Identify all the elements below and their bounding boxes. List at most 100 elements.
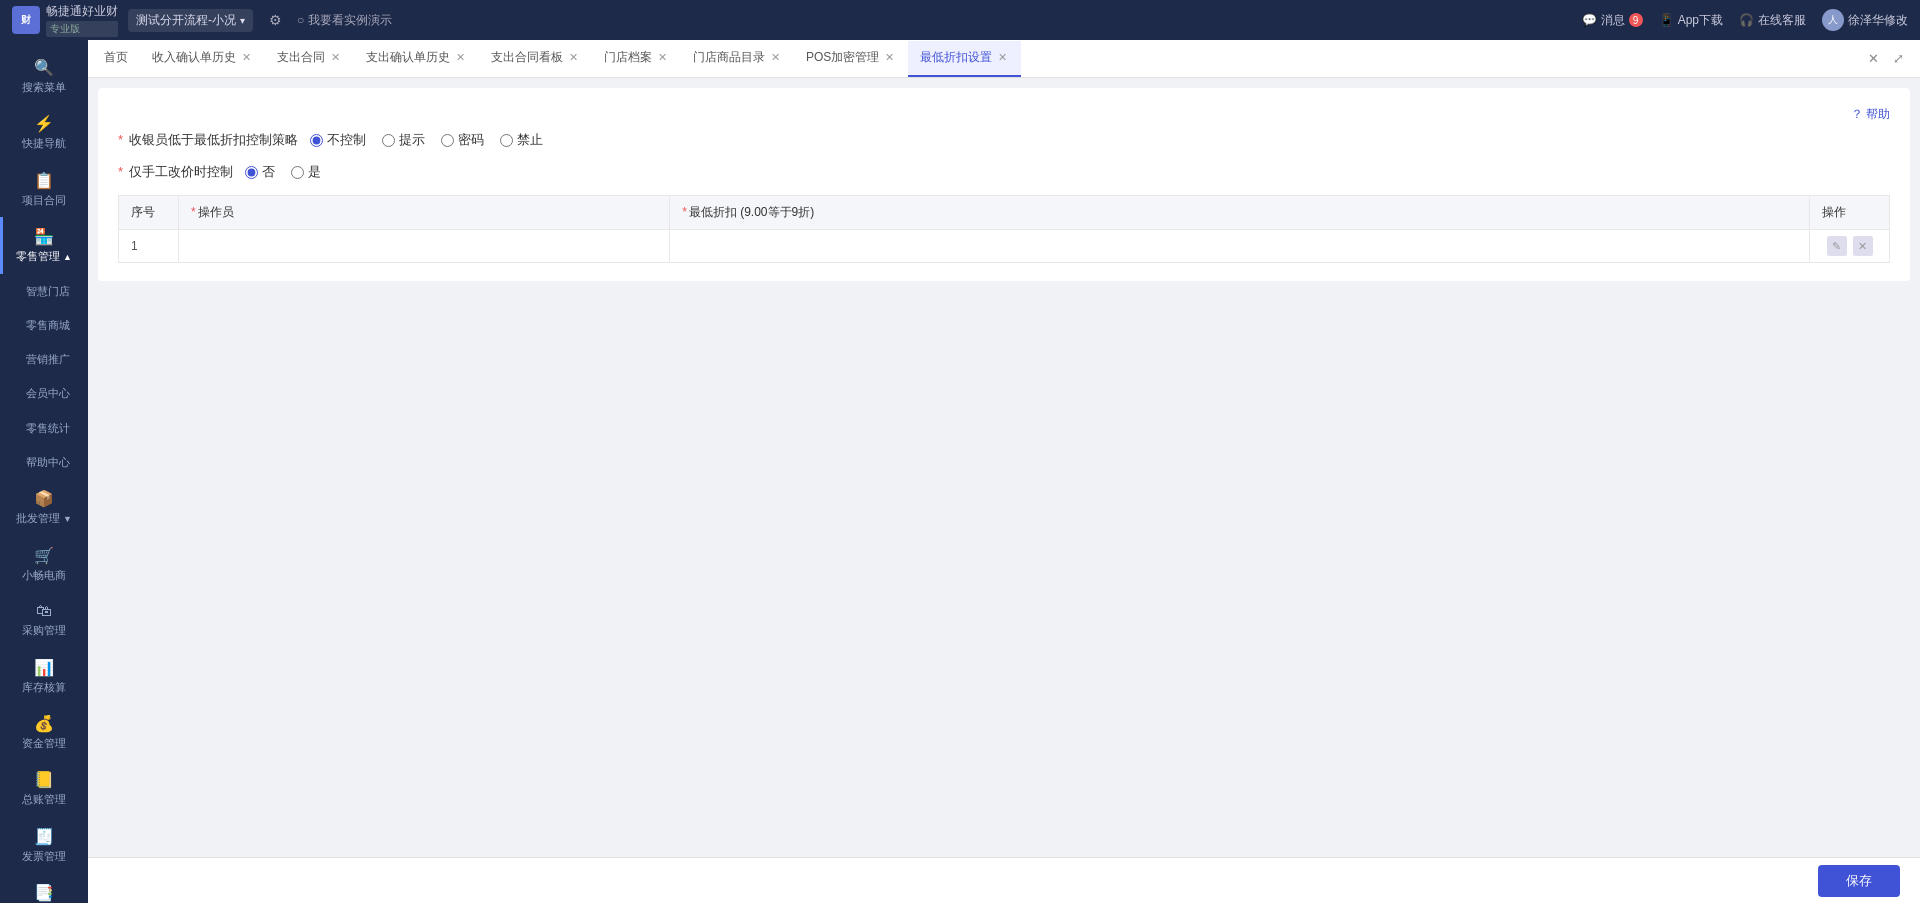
sidebar-item-project-contract[interactable]: 📋 项目合同: [0, 161, 88, 217]
sidebar-item-label: 批发管理 ▼: [16, 511, 72, 526]
online-service-label: 在线客服: [1758, 12, 1806, 29]
tab-close-icon[interactable]: ✕: [769, 50, 782, 65]
headset-icon: 🎧: [1739, 13, 1754, 27]
edit-icon-btn[interactable]: ✎: [1827, 236, 1847, 256]
radio-input-manual-yes[interactable]: [291, 166, 304, 179]
demo-link-text: 我要看实例演示: [308, 12, 392, 29]
header-right: 💬 消息 9 📱 App下载 🎧 在线客服 人 徐泽华修改: [1582, 9, 1908, 31]
tab-label: 支出合同看板: [491, 49, 563, 66]
tab-label: 支出合同: [277, 49, 325, 66]
radio-remind[interactable]: 提示: [382, 131, 425, 149]
project-name: 测试分开流程-小况: [136, 12, 236, 29]
page-content: ？ 帮助 * 收银员低于最低折扣控制策略 不控制: [88, 78, 1920, 857]
tab-close-icon[interactable]: ✕: [454, 50, 467, 65]
main-card: ？ 帮助 * 收银员低于最低折扣控制策略 不控制: [98, 88, 1910, 281]
cell-operator[interactable]: [179, 230, 670, 263]
th-action: 操作: [1810, 196, 1890, 230]
sidebar-item-batch-mgmt[interactable]: 📦 批发管理 ▼: [0, 479, 88, 536]
sidebar-item-search-menu[interactable]: 🔍 搜索菜单: [0, 48, 88, 104]
radio-input-no-control[interactable]: [310, 134, 323, 147]
sidebar-item-purchase-mgmt[interactable]: 🛍 采购管理: [0, 592, 88, 647]
tab-home[interactable]: 首页: [92, 41, 140, 77]
app-download-btn[interactable]: 📱 App下载: [1659, 12, 1723, 29]
tab-close-icon[interactable]: ✕: [656, 50, 669, 65]
tab-close-icon[interactable]: ✕: [329, 50, 342, 65]
radio-manual-yes[interactable]: 是: [291, 163, 321, 181]
user-avatar: 人: [1822, 9, 1844, 31]
radio-manual-no[interactable]: 否: [245, 163, 275, 181]
notifications-label: 消息: [1601, 12, 1625, 29]
radio-label-remind: 提示: [399, 131, 425, 149]
th-seq: 序号: [119, 196, 179, 230]
tab-close-icon[interactable]: ✕: [240, 50, 253, 65]
online-service-btn[interactable]: 🎧 在线客服: [1739, 12, 1806, 29]
tax-icon: 📑: [34, 883, 54, 902]
logo-text: 畅捷通好业财: [46, 3, 118, 20]
sidebar-item-member-center[interactable]: 会员中心: [0, 376, 88, 410]
tab-income-confirm[interactable]: 收入确认单历史 ✕: [140, 41, 265, 77]
help-label: 帮助: [1866, 106, 1890, 123]
tab-close-icon[interactable]: ✕: [883, 50, 896, 65]
invoice-icon: 🧾: [34, 827, 54, 846]
header-settings-icon[interactable]: ⚙: [263, 8, 287, 32]
save-button[interactable]: 保存: [1818, 865, 1900, 897]
sidebar-item-label: 项目合同: [22, 193, 66, 207]
sidebar-item-marketing[interactable]: 营销推广: [0, 342, 88, 376]
tab-expand-icon[interactable]: ⤢: [1889, 49, 1908, 68]
header-left: 财 畅捷通好业财 专业版 测试分开流程-小况 ▾ ⚙ ○ 我要看实例演示: [12, 3, 392, 37]
sidebar-item-tax-mgmt[interactable]: 📑 税务管理: [0, 873, 88, 903]
radio-label-forbid: 禁止: [517, 131, 543, 149]
radio-input-remind[interactable]: [382, 134, 395, 147]
logo-area: 财 畅捷通好业财 专业版: [12, 3, 118, 37]
tab-close-icon[interactable]: ✕: [567, 50, 580, 65]
radio-input-password[interactable]: [441, 134, 454, 147]
radio-input-forbid[interactable]: [500, 134, 513, 147]
th-operator: *操作员: [179, 196, 670, 230]
sidebar-item-label: 小畅电商: [22, 568, 66, 582]
tab-payment-confirm[interactable]: 支出确认单历史 ✕: [354, 41, 479, 77]
radio-input-manual-no[interactable]: [245, 166, 258, 179]
tab-label: 门店档案: [604, 49, 652, 66]
radio-label-manual-no: 否: [262, 163, 275, 181]
tab-store-file[interactable]: 门店档案 ✕: [592, 41, 681, 77]
radio-forbid[interactable]: 禁止: [500, 131, 543, 149]
sidebar-item-accounting[interactable]: 📒 总账管理: [0, 760, 88, 816]
sidebar-item-retail-stats[interactable]: 零售统计: [0, 411, 88, 445]
sidebar-item-inventory[interactable]: 📊 库存核算: [0, 648, 88, 704]
notification-badge: 9: [1629, 13, 1643, 27]
sidebar-item-retail-mall[interactable]: 零售商城: [0, 308, 88, 342]
sidebar-item-label: 快捷导航: [22, 136, 66, 150]
sidebar-item-smart-store[interactable]: 智慧门店: [0, 274, 88, 308]
tab-label: 首页: [104, 49, 128, 66]
sidebar-item-label: 零售管理 ▲: [16, 249, 72, 264]
project-selector[interactable]: 测试分开流程-小况 ▾: [128, 9, 253, 32]
sidebar-item-invoice-mgmt[interactable]: 🧾 发票管理: [0, 817, 88, 873]
tab-store-goods[interactable]: 门店商品目录 ✕: [681, 41, 794, 77]
sidebar-item-label: 零售统计: [26, 421, 70, 435]
tab-pos-encrypt[interactable]: POS加密管理 ✕: [794, 41, 908, 77]
radio-password[interactable]: 密码: [441, 131, 484, 149]
sidebar-item-label: 总账管理: [22, 792, 66, 806]
sidebar-item-retail-mgmt[interactable]: 🏪 零售管理 ▲: [0, 217, 88, 274]
top-header: 财 畅捷通好业财 专业版 测试分开流程-小况 ▾ ⚙ ○ 我要看实例演示 💬 消…: [0, 0, 1920, 40]
sidebar-item-quick-nav[interactable]: ⚡ 快捷导航: [0, 104, 88, 160]
logo-icon: 财: [12, 6, 40, 34]
sidebar-item-help-center[interactable]: 帮助中心: [0, 445, 88, 479]
sidebar-item-ecommerce[interactable]: 🛒 小畅电商: [0, 536, 88, 592]
demo-link[interactable]: ○ 我要看实例演示: [297, 12, 392, 29]
chevron-up-icon: ▲: [63, 252, 72, 262]
cell-min-discount[interactable]: [670, 230, 1810, 263]
tab-close-all-icon[interactable]: ✕: [1864, 49, 1883, 68]
tab-min-discount[interactable]: 最低折扣设置 ✕: [908, 41, 1021, 77]
help-btn[interactable]: ？ 帮助: [1851, 106, 1890, 123]
tab-payment-contract[interactable]: 支出合同 ✕: [265, 41, 354, 77]
tab-payment-board[interactable]: 支出合同看板 ✕: [479, 41, 592, 77]
delete-icon-btn[interactable]: ✕: [1853, 236, 1873, 256]
tab-bar: 首页 收入确认单历史 ✕ 支出合同 ✕ 支出确认单历史 ✕ 支出合同看板 ✕ 门…: [88, 40, 1920, 78]
tab-close-icon[interactable]: ✕: [996, 50, 1009, 65]
radio-no-control[interactable]: 不控制: [310, 131, 366, 149]
tab-label: POS加密管理: [806, 49, 879, 66]
notifications-btn[interactable]: 💬 消息 9: [1582, 12, 1643, 29]
user-btn[interactable]: 人 徐泽华修改: [1822, 9, 1908, 31]
sidebar-item-capital-mgmt[interactable]: 💰 资金管理: [0, 704, 88, 760]
